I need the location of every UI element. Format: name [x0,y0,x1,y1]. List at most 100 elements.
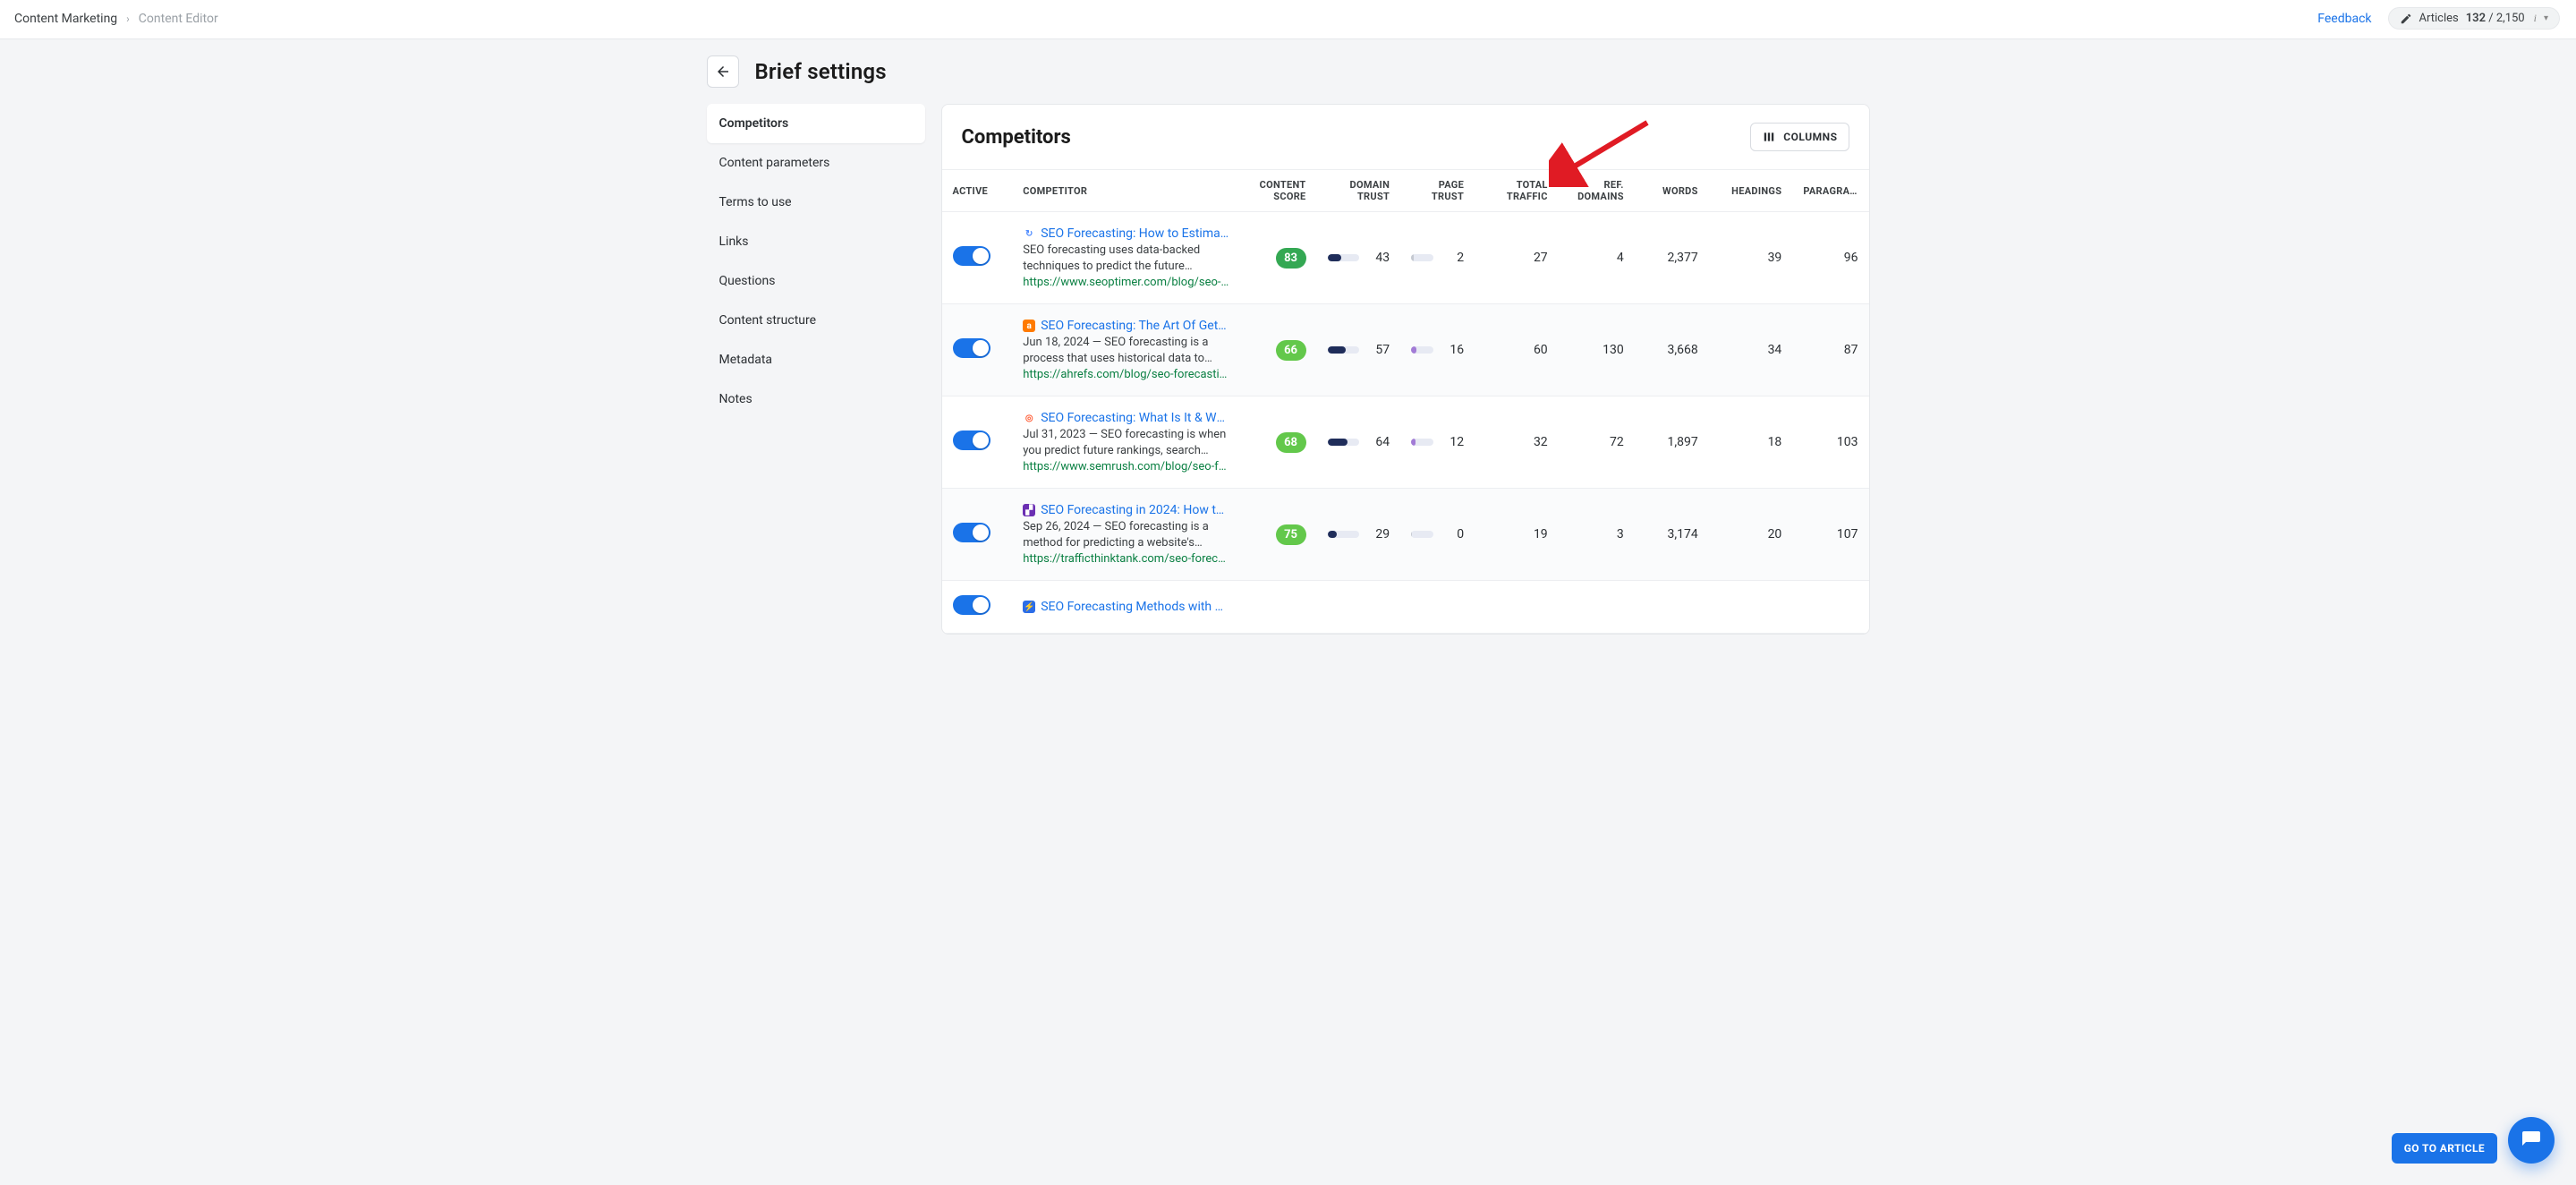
sidebar-item-notes[interactable]: Notes [707,379,925,419]
topbar-right: Feedback Articles 132 / 2,150 i ▾ [2317,7,2560,30]
table-row: ⚡ SEO Forecasting Methods with Exam… [942,581,1869,634]
active-toggle[interactable] [953,523,990,542]
competitor-url[interactable]: https://trafficthinktank.com/seo-foreca… [1023,552,1229,566]
competitor-url[interactable]: https://www.seoptimer.com/blog/seo-f… [1023,276,1229,289]
words-value [1635,581,1709,634]
feedback-link[interactable]: Feedback [2317,12,2371,26]
competitor-snippet: Jul 31, 2023 — SEO forecasting is when y… [1023,427,1229,458]
table-row: ↻ SEO Forecasting: How to Estimate Or… SEO… [942,212,1869,304]
chat-fab[interactable] [2508,1117,2555,1164]
col-paragraphs[interactable]: PARAGRAP… [1792,170,1868,212]
seoptimer-icon: ↻ [1023,227,1035,240]
page-trust-value: 16 [1442,343,1464,357]
info-icon: i [2534,12,2537,25]
generic-icon: ⚡ [1023,601,1035,613]
col-active[interactable]: ACTIVE [942,170,1013,212]
col-ref-domains[interactable]: REF.DOMAINS [1559,170,1635,212]
sidebar-item-questions[interactable]: Questions [707,261,925,301]
col-competitor[interactable]: COMPETITOR [1012,170,1240,212]
headings-value: 18 [1709,396,1793,489]
page-trust-value: 0 [1442,527,1464,541]
chat-icon [2521,1130,2542,1151]
ref-domains-value [1559,581,1635,634]
words-value: 1,897 [1635,396,1709,489]
table-row: a SEO Forecasting: The Art Of Getting … Ju… [942,304,1869,396]
page-title: Brief settings [755,59,887,84]
domain-trust-value: 57 [1368,343,1390,357]
total-traffic-value: 19 [1475,489,1559,581]
competitor-title[interactable]: SEO Forecasting in 2024: How to Unl… [1041,503,1229,517]
ref-domains-value: 72 [1559,396,1635,489]
domain-trust-bar [1328,346,1360,354]
table-row: ◎ SEO Forecasting: What Is It & Why D… Jul… [942,396,1869,489]
col-domain-trust[interactable]: DOMAINTRUST [1317,170,1401,212]
table-header-row: ACTIVE COMPETITOR CONTENTSCORE DOMAINTRU… [942,170,1869,212]
domain-trust-bar [1328,531,1360,538]
active-toggle[interactable] [953,595,990,615]
active-toggle[interactable] [953,338,990,358]
col-headings[interactable]: HEADINGS [1709,170,1793,212]
content-score-badge: 66 [1276,340,1306,361]
articles-quota-pill[interactable]: Articles 132 / 2,150 i ▾ [2388,7,2560,30]
columns-icon [1762,131,1776,143]
ahrefs-icon: a [1023,320,1035,332]
active-toggle[interactable] [953,431,990,450]
domain-trust-value: 43 [1368,251,1390,265]
col-total-traffic[interactable]: TOTALTRAFFIC [1475,170,1559,212]
paragraphs-value: 107 [1792,489,1868,581]
active-toggle[interactable] [953,246,990,266]
ref-domains-value: 130 [1559,304,1635,396]
competitor-snippet: SEO forecasting uses data-backed techniq… [1023,243,1229,274]
sidebar: CompetitorsContent parametersTerms to us… [707,104,925,419]
words-value: 3,174 [1635,489,1709,581]
go-to-article-button[interactable]: GO TO ARTICLE [2392,1133,2497,1164]
ttt-icon: ▞ [1023,504,1035,516]
headings-value: 34 [1709,304,1793,396]
semrush-icon: ◎ [1023,412,1035,424]
page-trust-bar [1411,346,1433,354]
paragraphs-value: 96 [1792,212,1868,304]
chevron-right-icon: › [126,13,130,25]
page-header: Brief settings [707,52,1870,104]
articles-label: Articles [2419,12,2459,25]
back-button[interactable] [707,55,739,88]
competitor-title[interactable]: SEO Forecasting: How to Estimate Or… [1041,226,1229,241]
competitor-url[interactable]: https://www.semrush.com/blog/seo-for… [1023,460,1229,473]
paragraphs-value: 87 [1792,304,1868,396]
caret-down-icon: ▾ [2544,13,2548,23]
total-traffic-value: 32 [1475,396,1559,489]
col-content-score[interactable]: CONTENTSCORE [1240,170,1316,212]
competitor-url[interactable]: https://ahrefs.com/blog/seo-forecasting/ [1023,368,1229,381]
competitors-table: ACTIVE COMPETITOR CONTENTSCORE DOMAINTRU… [942,169,1869,634]
sidebar-item-content-structure[interactable]: Content structure [707,301,925,340]
pencil-icon [2400,13,2412,25]
col-page-trust[interactable]: PAGETRUST [1400,170,1475,212]
page-trust-value: 2 [1442,251,1464,265]
breadcrumb-primary[interactable]: Content Marketing [14,12,117,26]
domain-trust-bar [1328,439,1360,446]
sidebar-item-competitors[interactable]: Competitors [707,104,925,143]
total-traffic-value: 27 [1475,212,1559,304]
content-score-badge: 68 [1276,432,1306,453]
competitor-title[interactable]: SEO Forecasting Methods with Exam… [1041,600,1229,614]
page-trust-bar [1411,254,1433,261]
page-trust-bar [1411,439,1433,446]
ref-domains-value: 3 [1559,489,1635,581]
ref-domains-value: 4 [1559,212,1635,304]
breadcrumb-secondary[interactable]: Content Editor [139,12,218,26]
columns-button[interactable]: COLUMNS [1750,123,1849,151]
content-score-badge: 75 [1276,524,1306,545]
words-value: 2,377 [1635,212,1709,304]
competitor-title[interactable]: SEO Forecasting: The Art Of Getting … [1041,319,1229,333]
col-words[interactable]: WORDS [1635,170,1709,212]
words-value: 3,668 [1635,304,1709,396]
sidebar-item-terms-to-use[interactable]: Terms to use [707,183,925,222]
sidebar-item-metadata[interactable]: Metadata [707,340,925,379]
sidebar-item-content-parameters[interactable]: Content parameters [707,143,925,183]
competitor-snippet: Jun 18, 2024 — SEO forecasting is a proc… [1023,335,1229,366]
competitor-title[interactable]: SEO Forecasting: What Is It & Why D… [1041,411,1229,425]
domain-trust-value: 64 [1368,435,1390,449]
breadcrumb: Content Marketing › Content Editor [14,12,218,26]
sidebar-item-links[interactable]: Links [707,222,925,261]
competitor-snippet: Sep 26, 2024 — SEO forecasting is a meth… [1023,519,1229,550]
